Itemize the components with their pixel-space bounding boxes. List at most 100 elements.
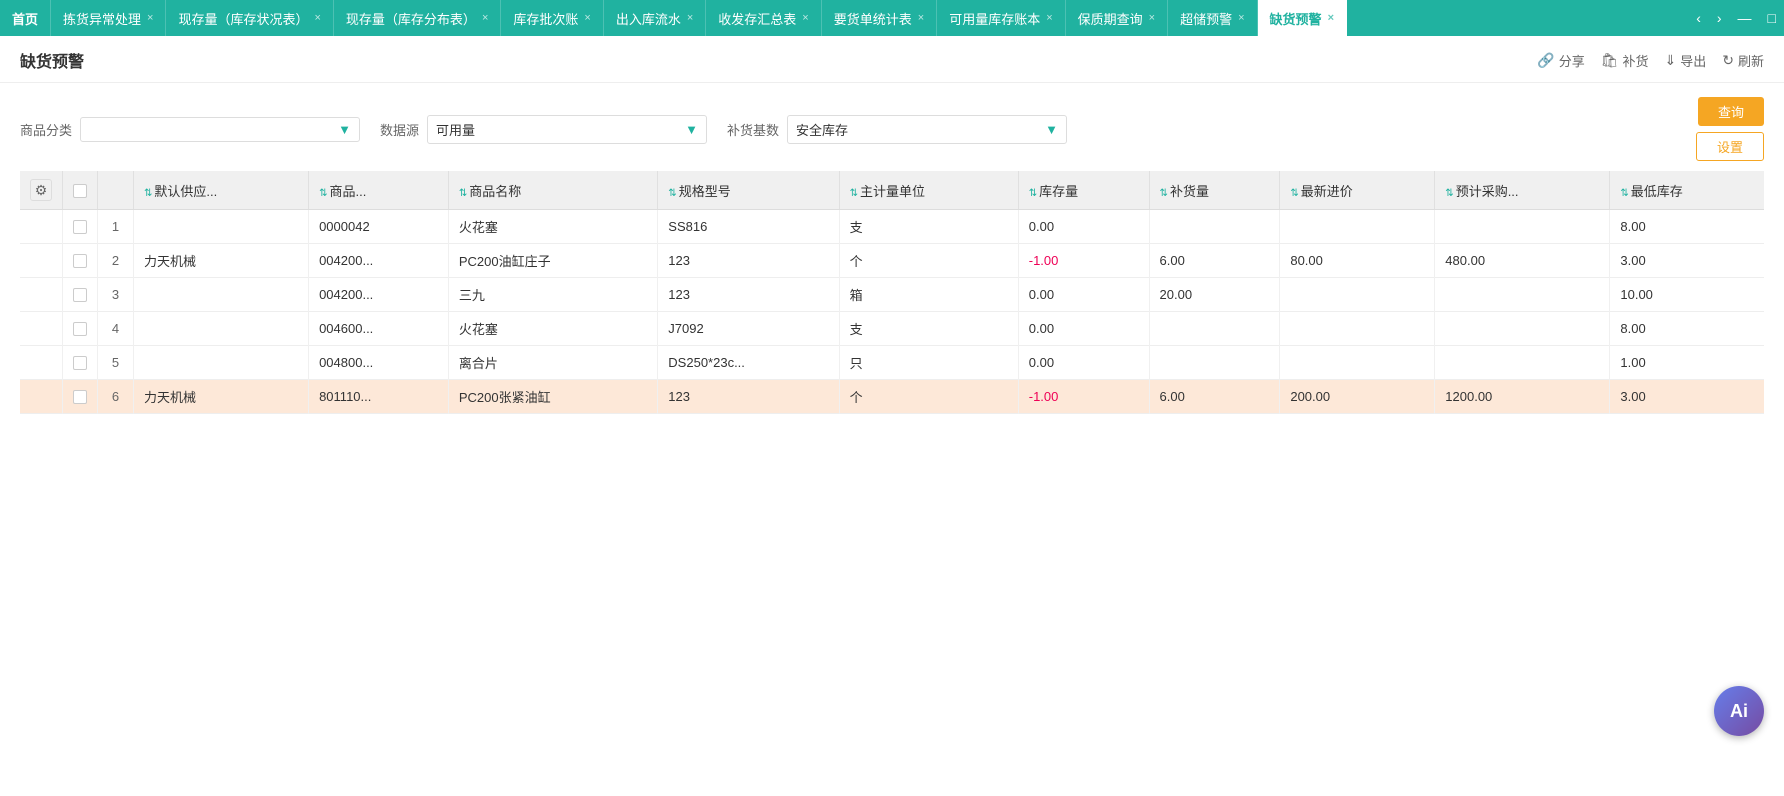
col-header-unit[interactable]: ⇅主计量单位 [839, 171, 1018, 210]
row-goods-code-4: 004800... [309, 346, 449, 380]
col-unit-label: 主计量单位 [860, 184, 925, 199]
tab-next-btn[interactable]: › [1709, 10, 1730, 26]
tab-prev-btn[interactable]: ‹ [1688, 10, 1709, 26]
tab-close-overstock[interactable]: × [1238, 12, 1244, 24]
col-header-goods-name[interactable]: ⇅商品名称 [448, 171, 657, 210]
row-select-checkbox-5[interactable] [73, 390, 87, 404]
tab-close-inventory-status[interactable]: × [314, 12, 320, 24]
tab-shortage[interactable]: 缺货预警× [1258, 0, 1347, 36]
row-index-5: 6 [98, 380, 134, 414]
row-goods-name-4: 离合片 [448, 346, 657, 380]
tab-home[interactable]: 首页 [0, 0, 51, 36]
row-est-purchase-5: 1200.00 [1435, 380, 1610, 414]
row-stock-3: 0.00 [1018, 312, 1149, 346]
row-checkbox-2[interactable] [63, 278, 98, 312]
tab-close-exception[interactable]: × [147, 12, 153, 24]
col-header-settings[interactable]: ⚙ [20, 171, 63, 210]
tab-available-ledger[interactable]: 可用量库存账本× [937, 0, 1065, 36]
settings-button[interactable]: 设置 [1696, 132, 1764, 161]
tab-close-available-ledger[interactable]: × [1046, 12, 1052, 24]
col-header-goods-code[interactable]: ⇅商品... [309, 171, 449, 210]
col-header-latest-price[interactable]: ⇅最新进价 [1280, 171, 1435, 210]
col-replenish-label: 补货量 [1170, 184, 1209, 199]
tab-overstock[interactable]: 超储预警× [1168, 0, 1257, 36]
replenish-button[interactable]: 🛍 补货 [1601, 51, 1649, 70]
row-select-checkbox-2[interactable] [73, 288, 87, 302]
tab-maximize-btn[interactable]: □ [1760, 10, 1784, 26]
tab-bar: 首页拣货异常处理×现存量（库存状况表）×现存量（库存分布表）×库存批次账×出入库… [0, 0, 1784, 36]
tab-close-inout-flow[interactable]: × [687, 12, 693, 24]
tab-batch-account[interactable]: 库存批次账× [501, 0, 603, 36]
tab-nav-buttons: ‹ › — □ [1688, 10, 1784, 26]
row-unit-2: 箱 [839, 278, 1018, 312]
row-select-checkbox-3[interactable] [73, 322, 87, 336]
tab-inout-flow[interactable]: 出入库流水× [604, 0, 706, 36]
replenish-base-select[interactable]: 安全库存 ▼ [787, 115, 1067, 144]
refresh-button[interactable]: ↻ 刷新 [1722, 51, 1764, 70]
row-supplier-3 [134, 312, 309, 346]
col-header-replenish[interactable]: ⇅补货量 [1149, 171, 1280, 210]
replenish-base-label: 补货基数 [727, 120, 779, 139]
row-select-checkbox-0[interactable] [73, 220, 87, 234]
gear-icon[interactable]: ⚙ [30, 179, 52, 201]
row-spec-1: 123 [658, 244, 839, 278]
row-checkbox-5[interactable] [63, 380, 98, 414]
tab-exception[interactable]: 拣货异常处理× [51, 0, 166, 36]
row-checkbox-3[interactable] [63, 312, 98, 346]
datasource-filter-group: 数据源 可用量 ▼ [380, 115, 707, 144]
tab-close-inventory-dist[interactable]: × [482, 12, 488, 24]
tab-close-demand-stats[interactable]: × [918, 12, 924, 24]
row-goods-name-1: PC200油缸庄子 [448, 244, 657, 278]
tab-expiry-query[interactable]: 保质期查询× [1066, 0, 1168, 36]
export-icon: ⇓ [1665, 52, 1677, 69]
filter-bar: 商品分类 ▼ 数据源 可用量 ▼ 补货基数 安全库存 ▼ 查询 设置 [0, 83, 1784, 171]
tab-minimize-btn[interactable]: — [1730, 10, 1760, 26]
query-button[interactable]: 查询 [1698, 97, 1764, 126]
tab-close-batch-account[interactable]: × [584, 12, 590, 24]
col-header-supplier[interactable]: ⇅默认供应... [134, 171, 309, 210]
share-button[interactable]: 🔗 分享 [1537, 51, 1584, 70]
tab-close-collection[interactable]: × [802, 12, 808, 24]
row-index-3: 4 [98, 312, 134, 346]
row-goods-name-5: PC200张紧油缸 [448, 380, 657, 414]
col-header-est-purchase[interactable]: ⇅预计采购... [1435, 171, 1610, 210]
tab-demand-stats[interactable]: 要货单统计表× [822, 0, 937, 36]
export-button[interactable]: ⇓ 导出 [1665, 51, 1707, 70]
export-label: 导出 [1680, 51, 1706, 70]
ai-button[interactable]: Ai [1714, 686, 1764, 736]
row-unit-0: 支 [839, 210, 1018, 244]
category-select[interactable]: ▼ [80, 117, 360, 142]
replenish-icon: 🛍 [1601, 52, 1619, 69]
row-latest-price-0 [1280, 210, 1435, 244]
row-est-purchase-4 [1435, 346, 1610, 380]
col-header-spec[interactable]: ⇅规格型号 [658, 171, 839, 210]
row-supplier-5: 力天机械 [134, 380, 309, 414]
row-checkbox-4[interactable] [63, 346, 98, 380]
datasource-select[interactable]: 可用量 ▼ [427, 115, 707, 144]
row-spec-2: 123 [658, 278, 839, 312]
tab-inventory-dist[interactable]: 现存量（库存分布表）× [334, 0, 501, 36]
row-goods-code-2: 004200... [309, 278, 449, 312]
col-supplier-label: 默认供应... [154, 184, 217, 199]
row-select-checkbox-4[interactable] [73, 356, 87, 370]
row-stock-1: -1.00 [1018, 244, 1149, 278]
row-checkbox-0[interactable] [63, 210, 98, 244]
row-supplier-4 [134, 346, 309, 380]
tab-close-shortage[interactable]: × [1328, 12, 1334, 24]
col-header-checkbox[interactable] [63, 171, 98, 210]
select-all-checkbox[interactable] [73, 184, 87, 198]
tab-collection[interactable]: 收发存汇总表× [706, 0, 821, 36]
table-row: 2 力天机械 004200... PC200油缸庄子 123 个 -1.00 6… [20, 244, 1764, 278]
tab-inventory-status[interactable]: 现存量（库存状况表）× [166, 0, 333, 36]
row-select-checkbox-1[interactable] [73, 254, 87, 268]
col-header-stock[interactable]: ⇅库存量 [1018, 171, 1149, 210]
row-min-stock-2: 10.00 [1610, 278, 1764, 312]
row-stock-0: 0.00 [1018, 210, 1149, 244]
row-supplier-0 [134, 210, 309, 244]
table-row: 3 004200... 三九 123 箱 0.00 20.00 10.00 [20, 278, 1764, 312]
tab-close-expiry-query[interactable]: × [1149, 12, 1155, 24]
col-header-min-stock[interactable]: ⇅最低库存 [1610, 171, 1764, 210]
col-header-index [98, 171, 134, 210]
refresh-label: 刷新 [1738, 51, 1764, 70]
row-checkbox-1[interactable] [63, 244, 98, 278]
